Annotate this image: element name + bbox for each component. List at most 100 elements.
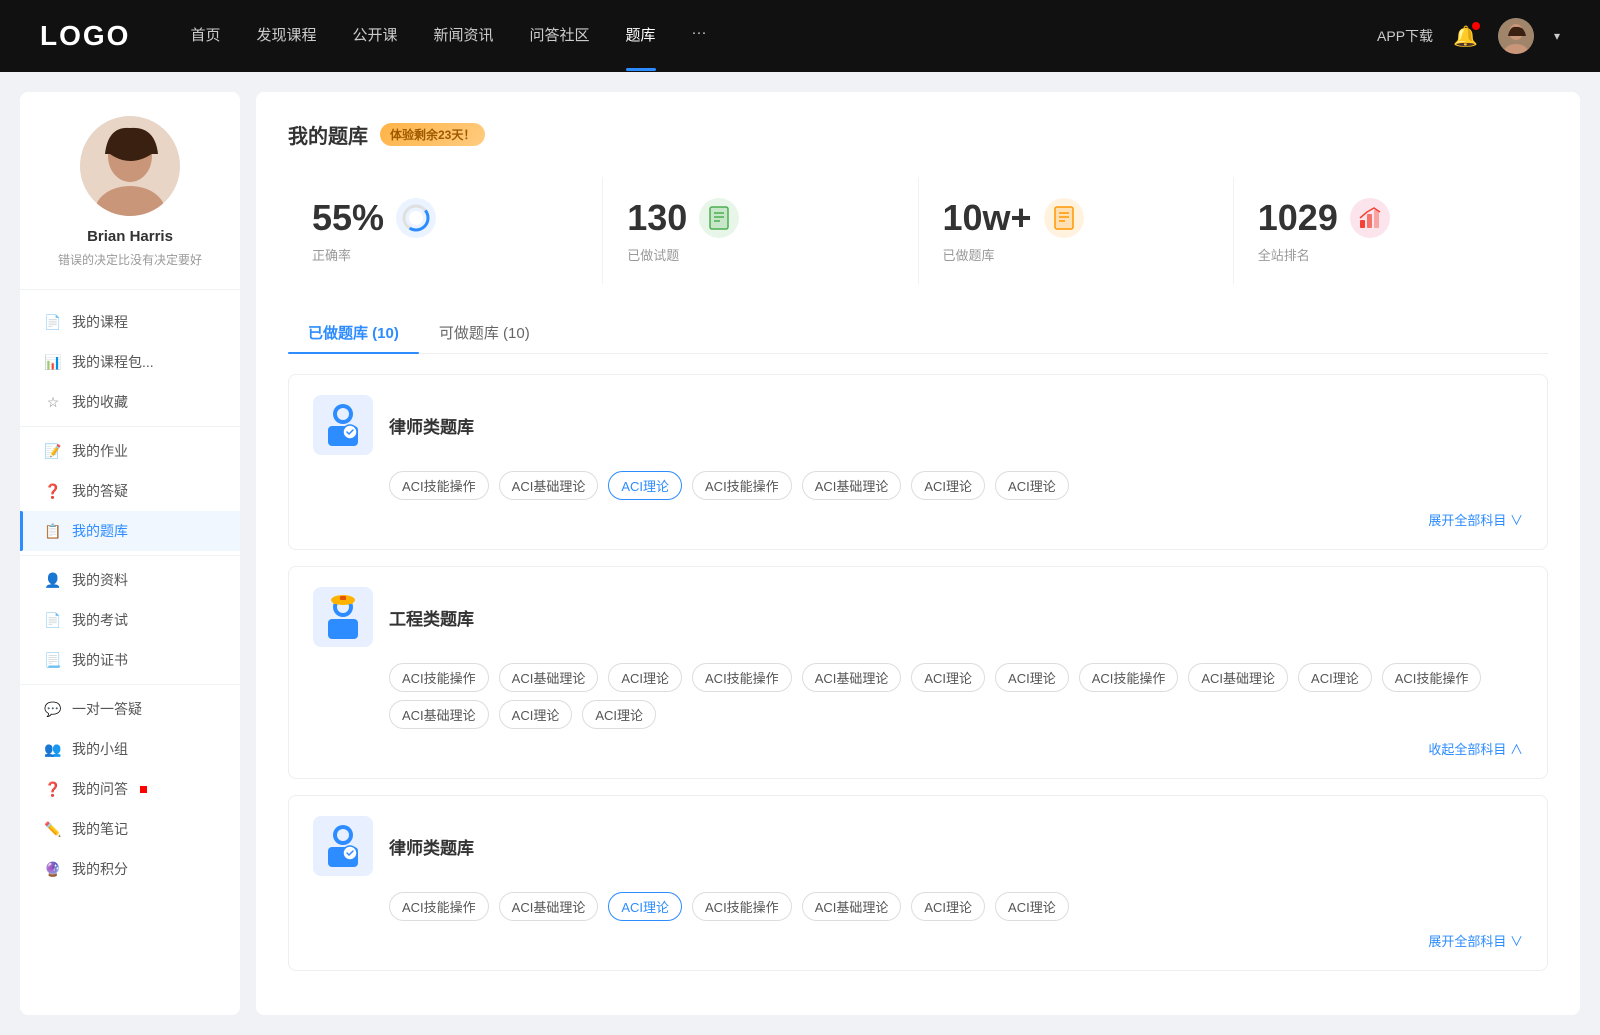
- eng-tag-9[interactable]: ACI理论: [1298, 663, 1372, 692]
- qbank-header-engineer-1: 工程类题库: [313, 587, 1523, 647]
- nav-right: APP下载 🔔 ▾: [1377, 18, 1560, 54]
- my-favorites-icon: ☆: [44, 393, 62, 411]
- sidebar-item-my-cert[interactable]: 📃 我的证书: [20, 640, 240, 680]
- course-package-label: 我的课程包...: [72, 352, 154, 372]
- eng-tag-1[interactable]: ACI基础理论: [499, 663, 599, 692]
- stats-row: 55% 正确率 130: [288, 177, 1548, 284]
- tag-5[interactable]: ACI理论: [911, 471, 985, 500]
- accuracy-icon: [396, 198, 436, 238]
- my-info-icon: 👤: [44, 571, 62, 589]
- lawyer-avatar-icon-2: [318, 821, 368, 871]
- my-answers-icon: ❓: [44, 780, 62, 798]
- my-notes-icon: ✏️: [44, 820, 62, 838]
- sidebar-item-my-notes[interactable]: ✏️ 我的笔记: [20, 809, 240, 849]
- eng-tag-0[interactable]: ACI技能操作: [389, 663, 489, 692]
- qbank-header-lawyer-2: 律师类题库: [313, 816, 1523, 876]
- eng-tag-11[interactable]: ACI基础理论: [389, 700, 489, 729]
- eng-tag-12[interactable]: ACI理论: [499, 700, 573, 729]
- eng-tag-2[interactable]: ACI理论: [608, 663, 682, 692]
- eng-tag-4[interactable]: ACI基础理论: [802, 663, 902, 692]
- nav-qa[interactable]: 问答社区: [530, 24, 590, 49]
- nav-news[interactable]: 新闻资讯: [434, 24, 494, 49]
- my-points-icon: 🔮: [44, 860, 62, 878]
- sidebar-item-my-group[interactable]: 👥 我的小组: [20, 729, 240, 769]
- nav-qbank[interactable]: 题库: [626, 24, 656, 49]
- bell-button[interactable]: 🔔: [1453, 24, 1478, 49]
- qbank-title-lawyer-2: 律师类题库: [389, 834, 474, 859]
- sidebar-divider-1: [20, 426, 240, 427]
- my-exam-icon: 📄: [44, 611, 62, 629]
- my-qbank-label: 我的题库: [72, 521, 128, 541]
- qbank-section-lawyer-2: 律师类题库 ACI技能操作 ACI基础理论 ACI理论 ACI技能操作 ACI基…: [288, 795, 1548, 971]
- nav-open[interactable]: 公开课: [352, 24, 397, 49]
- profile-section: Brian Harris 错误的决定比没有决定要好: [20, 116, 240, 290]
- eng-tag-3[interactable]: ACI技能操作: [692, 663, 792, 692]
- l2-tag-0[interactable]: ACI技能操作: [389, 892, 489, 921]
- tab-done[interactable]: 已做题库 (10): [288, 312, 419, 353]
- eng-tag-8[interactable]: ACI基础理论: [1188, 663, 1288, 692]
- pie-chart-icon: [402, 204, 430, 232]
- navbar: LOGO 首页 发现课程 公开课 新闻资讯 问答社区 题库 ··· APP下载 …: [0, 0, 1600, 72]
- qbank-tags-lawyer-2: ACI技能操作 ACI基础理论 ACI理论 ACI技能操作 ACI基础理论 AC…: [389, 892, 1523, 921]
- eng-tag-6[interactable]: ACI理论: [995, 663, 1069, 692]
- tag-2[interactable]: ACI理论: [608, 471, 682, 500]
- stat-done-questions: 130 已做试题: [603, 177, 918, 284]
- my-qbank-icon: 📋: [44, 522, 62, 540]
- nav-discover[interactable]: 发现课程: [256, 24, 316, 49]
- engineer-avatar-icon: [318, 592, 368, 642]
- sidebar-item-my-homework[interactable]: 📝 我的作业: [20, 431, 240, 471]
- sidebar-item-my-courses[interactable]: 📄 我的课程: [20, 302, 240, 342]
- l2-tag-4[interactable]: ACI基础理论: [802, 892, 902, 921]
- page-header: 我的题库 体验剩余23天！: [288, 120, 1548, 149]
- eng-tag-5[interactable]: ACI理论: [911, 663, 985, 692]
- tag-6[interactable]: ACI理论: [995, 471, 1069, 500]
- sidebar-item-my-favorites[interactable]: ☆ 我的收藏: [20, 382, 240, 422]
- sidebar-item-course-package[interactable]: 📊 我的课程包...: [20, 342, 240, 382]
- qbank-avatar-lawyer-2: [313, 816, 373, 876]
- nav-more[interactable]: ···: [692, 24, 707, 49]
- sidebar-item-my-points[interactable]: 🔮 我的积分: [20, 849, 240, 889]
- profile-avatar: [80, 116, 180, 216]
- my-points-label: 我的积分: [72, 859, 128, 879]
- done-banks-value: 10w+: [943, 197, 1032, 239]
- expand-engineer-1[interactable]: 收起全部科目 ∧: [313, 739, 1523, 758]
- tag-3[interactable]: ACI技能操作: [692, 471, 792, 500]
- l2-tag-6[interactable]: ACI理论: [995, 892, 1069, 921]
- profile-name: Brian Harris: [87, 228, 173, 245]
- user-dropdown-arrow[interactable]: ▾: [1554, 29, 1560, 43]
- one-on-one-icon: 💬: [44, 700, 62, 718]
- profile-avatar-image: [80, 116, 180, 216]
- tag-4[interactable]: ACI基础理论: [802, 471, 902, 500]
- tag-0[interactable]: ACI技能操作: [389, 471, 489, 500]
- tab-todo[interactable]: 可做题库 (10): [419, 312, 550, 353]
- eng-tag-10[interactable]: ACI技能操作: [1382, 663, 1482, 692]
- my-info-label: 我的资料: [72, 570, 128, 590]
- sidebar-item-my-exam[interactable]: 📄 我的考试: [20, 600, 240, 640]
- sidebar-item-my-info[interactable]: 👤 我的资料: [20, 560, 240, 600]
- my-notes-label: 我的笔记: [72, 819, 128, 839]
- sidebar-item-one-on-one[interactable]: 💬 一对一答疑: [20, 689, 240, 729]
- qbank-title-engineer-1: 工程类题库: [389, 605, 474, 630]
- sidebar-item-my-questions[interactable]: ❓ 我的答疑: [20, 471, 240, 511]
- expand-lawyer-2[interactable]: 展开全部科目 ∨: [313, 931, 1523, 950]
- my-questions-icon: ❓: [44, 482, 62, 500]
- sidebar-divider-2: [20, 555, 240, 556]
- sidebar-item-my-answers[interactable]: ❓ 我的问答: [20, 769, 240, 809]
- eng-tag-13[interactable]: ACI理论: [582, 700, 656, 729]
- nav-home[interactable]: 首页: [190, 24, 220, 49]
- user-avatar[interactable]: [1498, 18, 1534, 54]
- avatar-image: [1498, 18, 1534, 54]
- l2-tag-2[interactable]: ACI理论: [608, 892, 682, 921]
- l2-tag-3[interactable]: ACI技能操作: [692, 892, 792, 921]
- sidebar-item-my-qbank[interactable]: 📋 我的题库: [20, 511, 240, 551]
- stat-done-banks: 10w+ 已做题库: [919, 177, 1234, 284]
- expand-lawyer-1[interactable]: 展开全部科目 ∨: [313, 510, 1523, 529]
- eng-tag-7[interactable]: ACI技能操作: [1079, 663, 1179, 692]
- my-answers-label: 我的问答: [72, 779, 128, 799]
- done-questions-value: 130: [627, 197, 687, 239]
- my-cert-label: 我的证书: [72, 650, 128, 670]
- l2-tag-5[interactable]: ACI理论: [911, 892, 985, 921]
- l2-tag-1[interactable]: ACI基础理论: [499, 892, 599, 921]
- tag-1[interactable]: ACI基础理论: [499, 471, 599, 500]
- app-download[interactable]: APP下载: [1377, 26, 1433, 46]
